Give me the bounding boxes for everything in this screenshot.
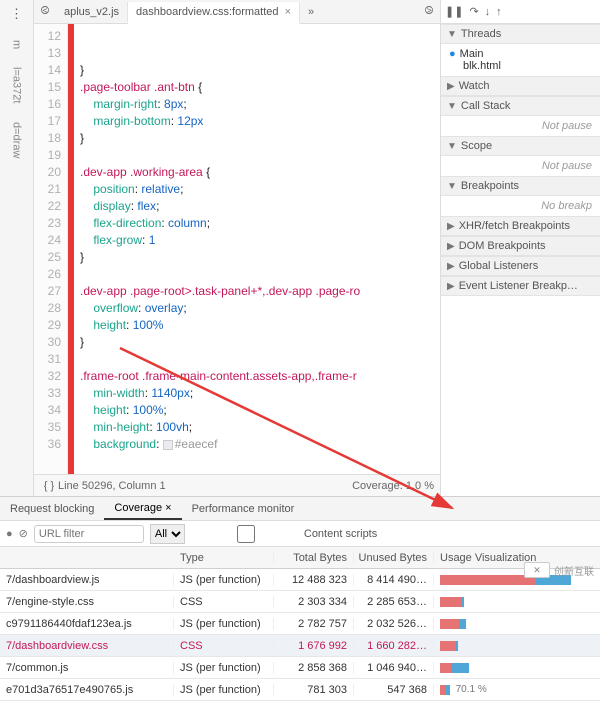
section-event[interactable]: ▶Event Listener Breakp…	[441, 276, 600, 296]
cell-type: CSS	[174, 596, 274, 608]
section-watch[interactable]: ▶Watch	[441, 76, 600, 96]
cell-viz	[434, 597, 600, 607]
drawer-tabs: Request blocking Coverage × Performance …	[0, 497, 600, 521]
url-filter-input[interactable]	[34, 525, 144, 543]
callstack-empty: Not pause	[441, 116, 600, 136]
table-row[interactable]: 7/engine-style.cssCSS2 303 3342 285 653…	[0, 591, 600, 613]
cell-type: JS (per function)	[174, 618, 274, 630]
cell-total: 781 303	[274, 684, 354, 696]
cell-total: 2 782 757	[274, 618, 354, 630]
nav-prev-icon[interactable]: ⧀	[34, 5, 56, 18]
braces-icon[interactable]: { }	[40, 480, 58, 492]
side-id-3: d=draw	[11, 122, 23, 158]
cell-url: 7/engine-style.css	[0, 596, 174, 608]
thread-main[interactable]: Main	[460, 48, 484, 60]
cursor-position: Line 50296, Column 1	[58, 480, 166, 492]
content-scripts-checkbox[interactable]: Content scripts	[191, 525, 377, 543]
cell-total: 1 676 992	[274, 640, 354, 652]
table-row[interactable]: c9791186440fdaf123ea.jsJS (per function)…	[0, 613, 600, 635]
tab-request-blocking[interactable]: Request blocking	[0, 499, 104, 519]
tab-coverage[interactable]: Coverage ×	[104, 498, 181, 520]
cell-url: 7/dashboardview.css	[0, 640, 174, 652]
section-callstack[interactable]: ▼Call Stack	[441, 96, 600, 116]
watermark-logo-icon: ✕	[524, 562, 550, 578]
tab-performance-monitor[interactable]: Performance monitor	[182, 499, 305, 519]
cell-total: 2 858 368	[274, 662, 354, 674]
record-icon[interactable]: ●	[6, 528, 13, 540]
debug-toolbar: ❚❚ ↷ ↓ ↑	[441, 0, 600, 24]
cell-type: JS (per function)	[174, 662, 274, 674]
cell-url: c9791186440fdaf123ea.js	[0, 618, 174, 630]
section-threads[interactable]: ▼Threads	[441, 24, 600, 44]
step-into-icon[interactable]: ↓	[485, 6, 491, 18]
section-scope[interactable]: ▼Scope	[441, 136, 600, 156]
cell-unused: 547 368	[354, 684, 434, 696]
cell-viz	[434, 619, 600, 629]
step-over-icon[interactable]: ↷	[469, 5, 478, 18]
coverage-pct: Coverage: 1.0 %	[352, 480, 434, 492]
cell-type: JS (per function)	[174, 684, 274, 696]
cell-viz: 70.1 %	[434, 684, 600, 695]
line-gutter: 1213141516171819202122232425262728293031…	[34, 24, 68, 474]
close-icon[interactable]: ×	[285, 6, 291, 18]
cell-total: 2 303 334	[274, 596, 354, 608]
section-xhr[interactable]: ▶XHR/fetch Breakpoints	[441, 216, 600, 236]
tab-label: dashboardview.css:formatted	[136, 6, 278, 18]
side-id-2: l=a372t	[11, 67, 23, 103]
filter-type-select[interactable]: All	[150, 524, 185, 544]
table-row[interactable]: 7/dashboardview.jsJS (per function)12 48…	[0, 569, 600, 591]
section-breakpoints[interactable]: ▼Breakpoints	[441, 176, 600, 196]
editor-statusbar: { } Line 50296, Column 1 Coverage: 1.0 %	[34, 474, 440, 496]
coverage-table: Type Total Bytes Unused Bytes Usage Visu…	[0, 547, 600, 701]
scope-empty: Not pause	[441, 156, 600, 176]
pause-icon[interactable]: ❚❚	[445, 5, 463, 18]
cell-viz	[434, 641, 600, 651]
cell-url: 7/common.js	[0, 662, 174, 674]
code-editor[interactable]: 1213141516171819202122232425262728293031…	[34, 24, 440, 474]
more-tabs-icon[interactable]: »	[300, 6, 322, 18]
section-dom[interactable]: ▶DOM Breakpoints	[441, 236, 600, 256]
debugger-pane: ❚❚ ↷ ↓ ↑ ▼Threads ●Main blk.html ▶Watch …	[440, 0, 600, 496]
console-icon[interactable]: ⋮	[10, 6, 23, 22]
table-row[interactable]: 7/dashboardview.cssCSS1 676 9921 660 282…	[0, 635, 600, 657]
side-gutter: ⋮ m l=a372t d=draw	[0, 0, 34, 496]
drawer: Request blocking Coverage × Performance …	[0, 497, 600, 701]
code-body[interactable]: } .page-toolbar .ant-btn { margin-right:…	[74, 24, 440, 474]
editor-tabbar: ⧀ aplus_v2.js dashboardview.css:formatte…	[34, 0, 440, 24]
table-row[interactable]: 7/common.jsJS (per function)2 858 3681 0…	[0, 657, 600, 679]
clear-icon[interactable]: ⊘	[19, 527, 28, 540]
section-global[interactable]: ▶Global Listeners	[441, 256, 600, 276]
thread-blk[interactable]: blk.html	[449, 60, 592, 72]
watermark: ✕ 创新互联	[524, 562, 594, 578]
close-icon[interactable]: ×	[165, 502, 171, 514]
cell-url: e701d3a76517e490765.js	[0, 684, 174, 696]
cell-type: CSS	[174, 640, 274, 652]
table-row[interactable]: e701d3a76517e490765.jsJS (per function)7…	[0, 679, 600, 701]
side-id-1: m	[11, 40, 23, 49]
step-out-icon[interactable]: ↑	[496, 6, 502, 18]
nav-next-icon[interactable]: ⧁	[418, 5, 440, 18]
cell-unused: 2 285 653…	[354, 596, 434, 608]
table-header: Type Total Bytes Unused Bytes Usage Visu…	[0, 547, 600, 569]
tab-dashboardview-css[interactable]: dashboardview.css:formatted ×	[128, 2, 300, 24]
coverage-toolbar: ● ⊘ All Content scripts	[0, 521, 600, 547]
cell-unused: 1 660 282…	[354, 640, 434, 652]
cell-unused: 1 046 940…	[354, 662, 434, 674]
breakpoints-empty: No breakp	[441, 196, 600, 216]
tab-aplus[interactable]: aplus_v2.js	[56, 2, 128, 22]
cell-viz	[434, 663, 600, 673]
cell-unused: 2 032 526…	[354, 618, 434, 630]
